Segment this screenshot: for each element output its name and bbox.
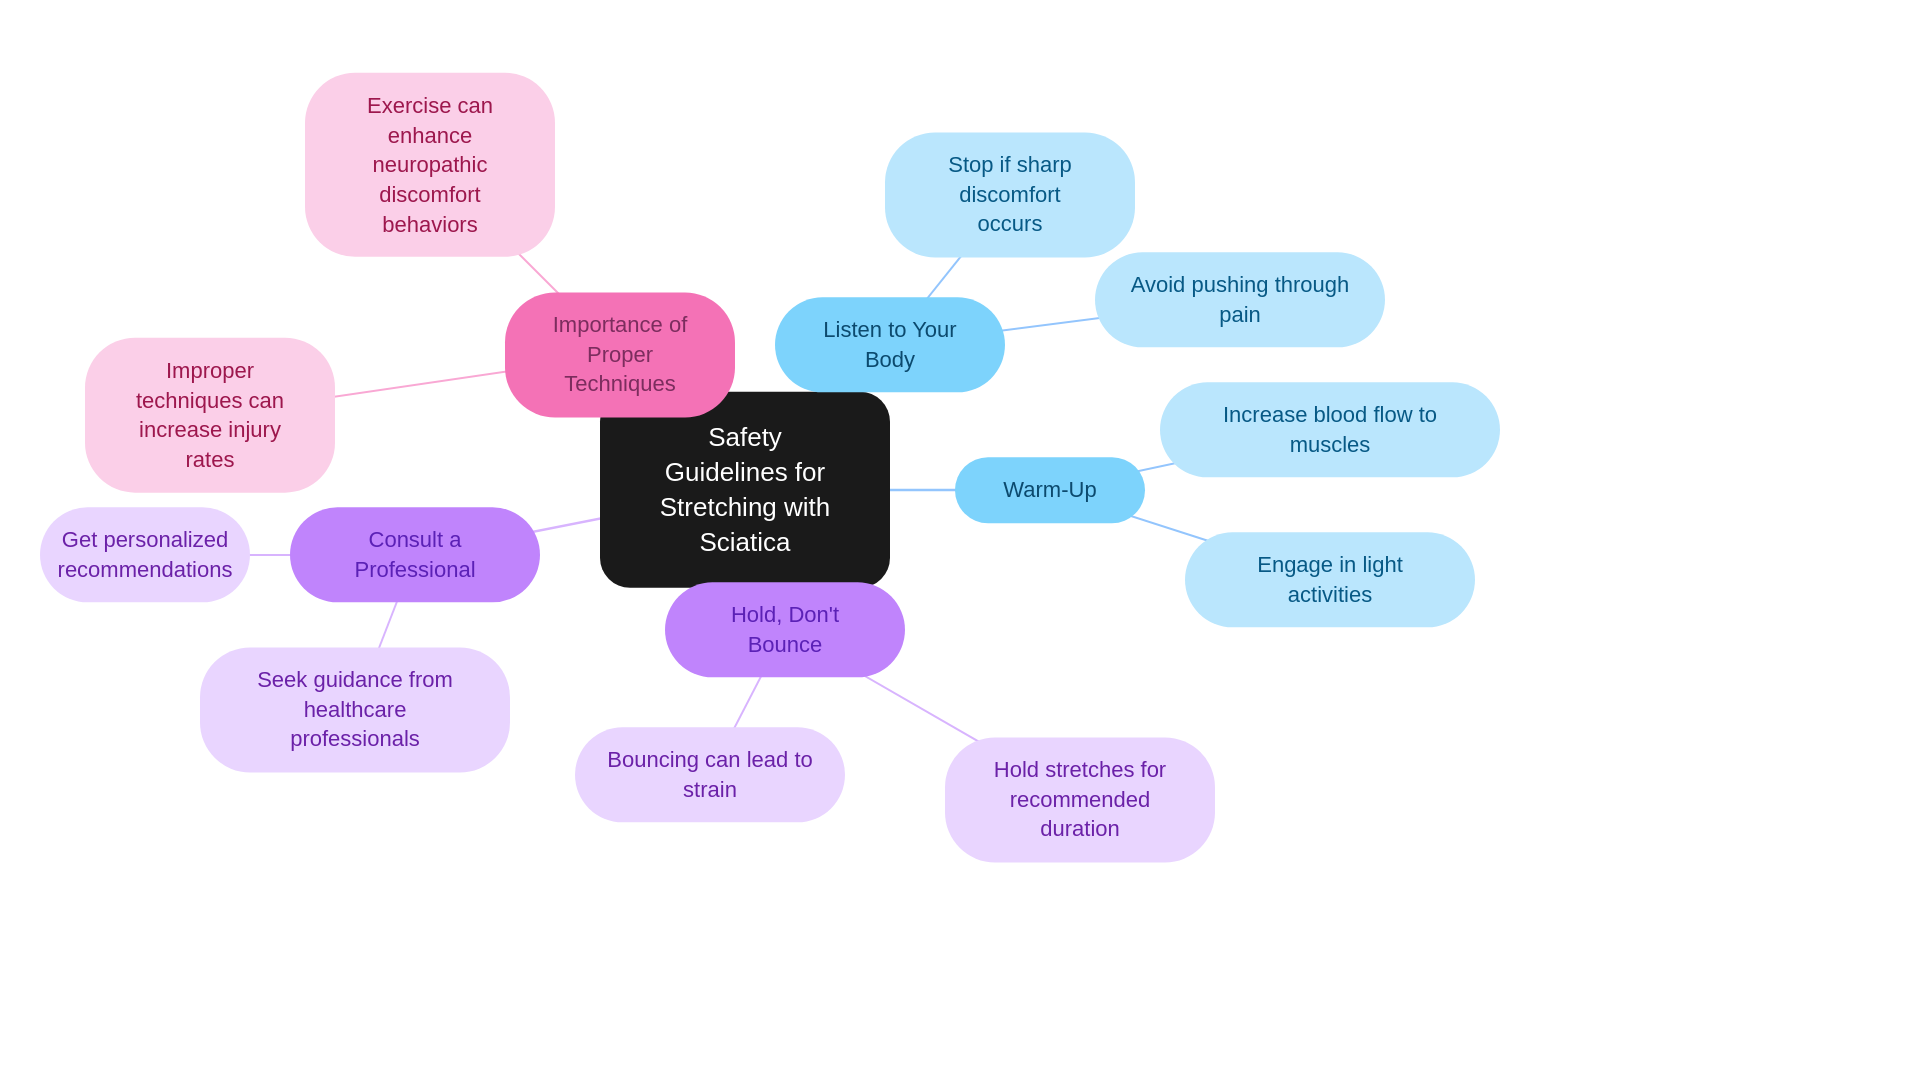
avoid-pain-node: Avoid pushing through pain <box>1095 252 1385 347</box>
stop-discomfort-node: Stop if sharp discomfortoccurs <box>885 132 1135 257</box>
warm-up-label: Warm-Up <box>1003 475 1096 505</box>
improper-injury-label: Improper techniques canincrease injury r… <box>113 356 307 475</box>
improper-injury-node: Improper techniques canincrease injury r… <box>85 338 335 493</box>
consult-professional-label: Consult a Professional <box>318 525 512 584</box>
light-activities-label: Engage in light activities <box>1213 550 1447 609</box>
hold-duration-node: Hold stretches forrecommended duration <box>945 737 1215 862</box>
hold-dont-bounce-label: Hold, Don't Bounce <box>693 600 877 659</box>
healthcare-guidance-label: Seek guidance from healthcareprofessiona… <box>228 665 482 754</box>
warm-up-node: Warm-Up <box>955 457 1145 523</box>
stop-discomfort-label: Stop if sharp discomfortoccurs <box>913 150 1107 239</box>
listen-body-label: Listen to Your Body <box>803 315 977 374</box>
exercise-neuropathic-node: Exercise can enhanceneuropathic discomfo… <box>305 73 555 257</box>
consult-professional-node: Consult a Professional <box>290 507 540 602</box>
bouncing-strain-node: Bouncing can lead to strain <box>575 727 845 822</box>
personalized-rec-node: Get personalizedrecommendations <box>40 507 250 602</box>
light-activities-node: Engage in light activities <box>1185 532 1475 627</box>
center-node: Safety Guidelines for Stretching with Sc… <box>600 392 890 588</box>
bouncing-strain-label: Bouncing can lead to strain <box>603 745 817 804</box>
avoid-pain-label: Avoid pushing through pain <box>1123 270 1357 329</box>
healthcare-guidance-node: Seek guidance from healthcareprofessiona… <box>200 647 510 772</box>
exercise-neuropathic-label: Exercise can enhanceneuropathic discomfo… <box>333 91 527 239</box>
proper-techniques-node: Importance of ProperTechniques <box>505 292 735 417</box>
hold-dont-bounce-node: Hold, Don't Bounce <box>665 582 905 677</box>
personalized-rec-label: Get personalizedrecommendations <box>58 525 233 584</box>
blood-flow-node: Increase blood flow to muscles <box>1160 382 1500 477</box>
mindmap-canvas: Safety Guidelines for Stretching with Sc… <box>0 0 1920 1083</box>
blood-flow-label: Increase blood flow to muscles <box>1188 400 1472 459</box>
proper-techniques-label: Importance of ProperTechniques <box>533 310 707 399</box>
center-label: Safety Guidelines for Stretching with Sc… <box>648 420 842 560</box>
listen-body-node: Listen to Your Body <box>775 297 1005 392</box>
hold-duration-label: Hold stretches forrecommended duration <box>973 755 1187 844</box>
